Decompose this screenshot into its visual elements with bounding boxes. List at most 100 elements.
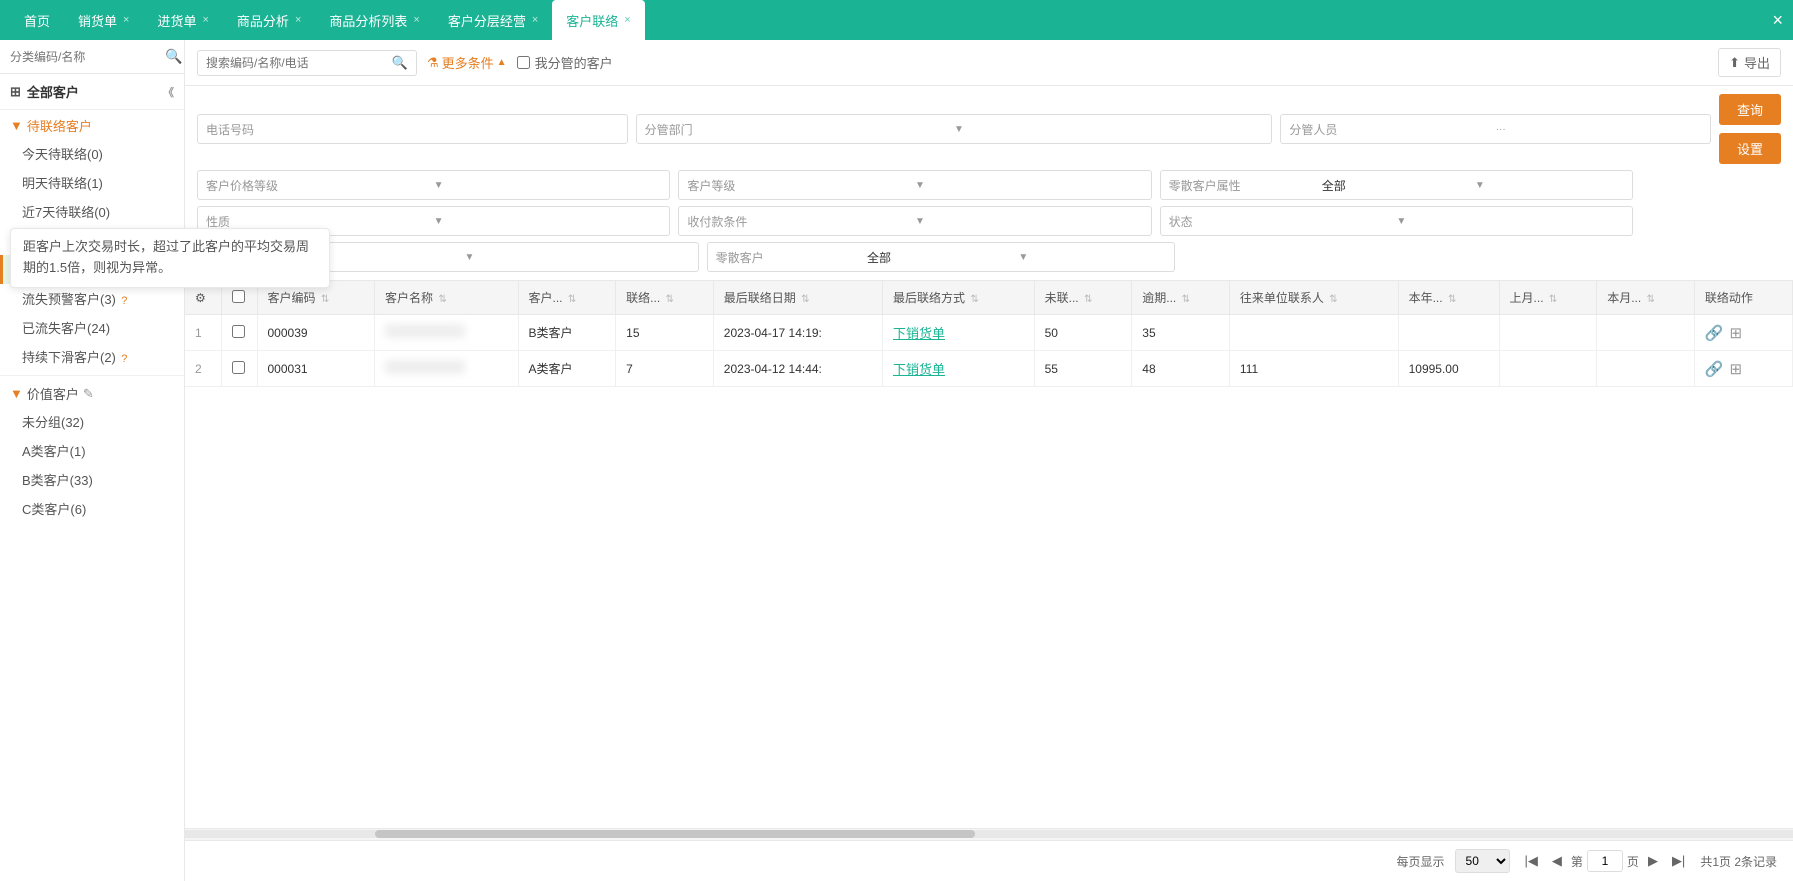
last-page-button[interactable]: ▶| xyxy=(1667,851,1690,871)
price-grade-filter[interactable]: 客户价格等级 ▼ xyxy=(197,170,670,200)
nav-product-analysis-list[interactable]: 商品分析列表 × xyxy=(315,0,433,40)
sidebar-item-ungrouped[interactable]: 未分组(32) xyxy=(0,407,184,436)
col-contact[interactable]: 联络... ⇅ xyxy=(616,281,714,315)
col-last-month[interactable]: 上月... ⇅ xyxy=(1499,281,1597,315)
dept-filter[interactable]: 分管部门 ▼ xyxy=(636,114,1273,144)
scroll-thumb[interactable] xyxy=(375,830,975,838)
row2-checkbox[interactable] xyxy=(232,361,245,374)
select-all-checkbox[interactable] xyxy=(232,290,245,303)
phone-filter[interactable]: 电话号码 xyxy=(197,114,628,144)
row2-last-method[interactable]: 下销货单 xyxy=(882,351,1034,387)
more-filter-button[interactable]: ⚗ 更多条件 ▲ xyxy=(427,53,507,72)
close-product-list-icon[interactable]: × xyxy=(413,14,419,26)
row1-overdue: 35 xyxy=(1132,315,1230,351)
customer-type-arrow: ▼ xyxy=(464,252,689,263)
export-button[interactable]: ⬆ 导出 xyxy=(1718,48,1781,77)
row2-action-icons: 🔗 ⊞ xyxy=(1705,360,1782,378)
sidebar-item-c-class[interactable]: C类客户(6) xyxy=(0,494,184,523)
close-purchase-icon[interactable]: × xyxy=(202,14,208,26)
sort-tm-icon: ⇅ xyxy=(1647,294,1655,305)
settings-button[interactable]: 设置 xyxy=(1719,133,1781,164)
prev-page-button[interactable]: ◀ xyxy=(1547,851,1567,871)
col-contact-person[interactable]: 往来单位联系人 ⇅ xyxy=(1229,281,1398,315)
close-sales-order-icon[interactable]: × xyxy=(123,14,129,26)
page-number-input[interactable] xyxy=(1587,850,1623,872)
col-this-year[interactable]: 本年... ⇅ xyxy=(1398,281,1499,315)
row2-checkbox-cell[interactable] xyxy=(221,351,257,387)
close-customer-tier-icon[interactable]: × xyxy=(532,14,538,26)
sidebar-item-a-class[interactable]: A类客户(1) xyxy=(0,436,184,465)
retail-attr-arrow: ▼ xyxy=(1475,180,1624,191)
sidebar-item-already-lost[interactable]: 已流失客户(24) xyxy=(0,313,184,342)
manager-dropdown-arrow: ··· xyxy=(1496,124,1702,135)
nav-customer-contact[interactable]: 客户联络 × xyxy=(552,0,644,40)
query-button[interactable]: 查询 xyxy=(1719,94,1781,125)
sidebar-item-b-class[interactable]: B类客户(33) xyxy=(0,465,184,494)
col-type[interactable]: 客户... ⇅ xyxy=(518,281,616,315)
my-customers-checkbox-area[interactable]: 我分管的客户 xyxy=(517,53,613,72)
sidebar-item-lost-warning[interactable]: 流失预警客户(3) ? xyxy=(0,284,184,313)
horizontal-scrollbar[interactable] xyxy=(185,828,1793,840)
col-name[interactable]: 客户名称 ⇅ xyxy=(375,281,518,315)
payment-filter[interactable]: 收付款条件 ▼ xyxy=(678,206,1151,236)
sidebar: 🔍 ⊞ 全部客户 《 ▼ 待联络客户 今天待联络(0) 明天待联络(1) 近7天… xyxy=(0,40,185,881)
first-page-button[interactable]: |◀ xyxy=(1520,851,1543,871)
nav-customer-tier[interactable]: 客户分层经营 × xyxy=(434,0,552,40)
col-overdue[interactable]: 逾期... ⇅ xyxy=(1132,281,1230,315)
col-last-method[interactable]: 最后联络方式 ⇅ xyxy=(882,281,1034,315)
close-product-analysis-icon[interactable]: × xyxy=(295,14,301,26)
row2-link-icon[interactable]: 🔗 xyxy=(1705,360,1724,378)
row1-code: 000039 xyxy=(257,315,375,351)
declining-info-icon[interactable]: ? xyxy=(121,353,127,365)
dept-dropdown-arrow: ▼ xyxy=(954,124,1263,135)
search-input[interactable] xyxy=(206,56,392,70)
status-arrow: ▼ xyxy=(1396,216,1624,227)
my-customers-checkbox[interactable] xyxy=(517,56,530,69)
status-filter[interactable]: 状态 ▼ xyxy=(1160,206,1633,236)
value-customer-edit-icon[interactable]: ✎ xyxy=(83,386,94,402)
phone-input[interactable] xyxy=(260,122,619,136)
per-page-select[interactable]: 50 100 200 xyxy=(1455,849,1510,873)
search-box[interactable]: 🔍 xyxy=(197,50,417,76)
window-close-button[interactable]: × xyxy=(1772,10,1783,31)
col-uncontact[interactable]: 未联... ⇅ xyxy=(1034,281,1132,315)
row1-last-month xyxy=(1499,315,1597,351)
sort-lm-icon: ⇅ xyxy=(1549,294,1557,305)
collapse-icon: 《 xyxy=(163,84,174,100)
sidebar-item-7days-pending[interactable]: 近7天待联络(0) xyxy=(0,197,184,226)
page-label: 第 xyxy=(1571,853,1583,870)
customer-grade-filter[interactable]: 客户等级 ▼ xyxy=(678,170,1151,200)
chevron-up-icon: ▲ xyxy=(497,57,507,68)
nav-product-analysis[interactable]: 商品分析 × xyxy=(223,0,315,40)
sidebar-item-tomorrow-pending[interactable]: 明天待联络(1) xyxy=(0,168,184,197)
row1-last-method[interactable]: 下销货单 xyxy=(882,315,1034,351)
row2-grid-icon[interactable]: ⊞ xyxy=(1730,360,1743,378)
sidebar-search-input[interactable] xyxy=(10,50,165,64)
retail-attr-filter[interactable]: 零散客户属性 全部 ▼ xyxy=(1160,170,1633,200)
retail-customer-filter[interactable]: 零散客户 全部 ▼ xyxy=(707,242,1175,272)
row1-this-month xyxy=(1597,315,1695,351)
next-page-button[interactable]: ▶ xyxy=(1643,851,1663,871)
row1-grid-icon[interactable]: ⊞ xyxy=(1730,324,1743,342)
manager-filter[interactable]: 分管人员 ··· xyxy=(1280,114,1711,144)
nav-purchase-order[interactable]: 进货单 × xyxy=(143,0,222,40)
row1-last-date: 2023-04-17 14:19: xyxy=(713,315,882,351)
nav-home[interactable]: 首页 xyxy=(10,0,64,40)
col-this-month[interactable]: 本月... ⇅ xyxy=(1597,281,1695,315)
sidebar-all-customers-header[interactable]: ⊞ 全部客户 《 xyxy=(0,74,184,110)
sidebar-search-box[interactable]: 🔍 xyxy=(0,40,184,74)
col-last-date[interactable]: 最后联络日期 ⇅ xyxy=(713,281,882,315)
nav-sales-order[interactable]: 销货单 × xyxy=(64,0,143,40)
row1-link-icon[interactable]: 🔗 xyxy=(1705,324,1724,342)
sidebar-search-icon: 🔍 xyxy=(165,48,182,65)
sidebar-pending-contact-group[interactable]: ▼ 待联络客户 xyxy=(0,110,184,139)
close-customer-contact-icon[interactable]: × xyxy=(624,14,630,26)
per-page-label: 每页显示 xyxy=(1397,853,1445,870)
sidebar-item-today-pending[interactable]: 今天待联络(0) xyxy=(0,139,184,168)
sidebar-value-customer-group[interactable]: ▼ 价值客户 ✎ xyxy=(0,380,184,407)
table-row: 2 000031 A类客户 7 2023-04-12 14:44: 下销货单 5… xyxy=(185,351,1793,387)
row1-checkbox-cell[interactable] xyxy=(221,315,257,351)
lost-warning-info-icon[interactable]: ? xyxy=(121,295,127,307)
row1-checkbox[interactable] xyxy=(232,325,245,338)
sidebar-item-declining[interactable]: 持续下滑客户(2) ? xyxy=(0,342,184,371)
